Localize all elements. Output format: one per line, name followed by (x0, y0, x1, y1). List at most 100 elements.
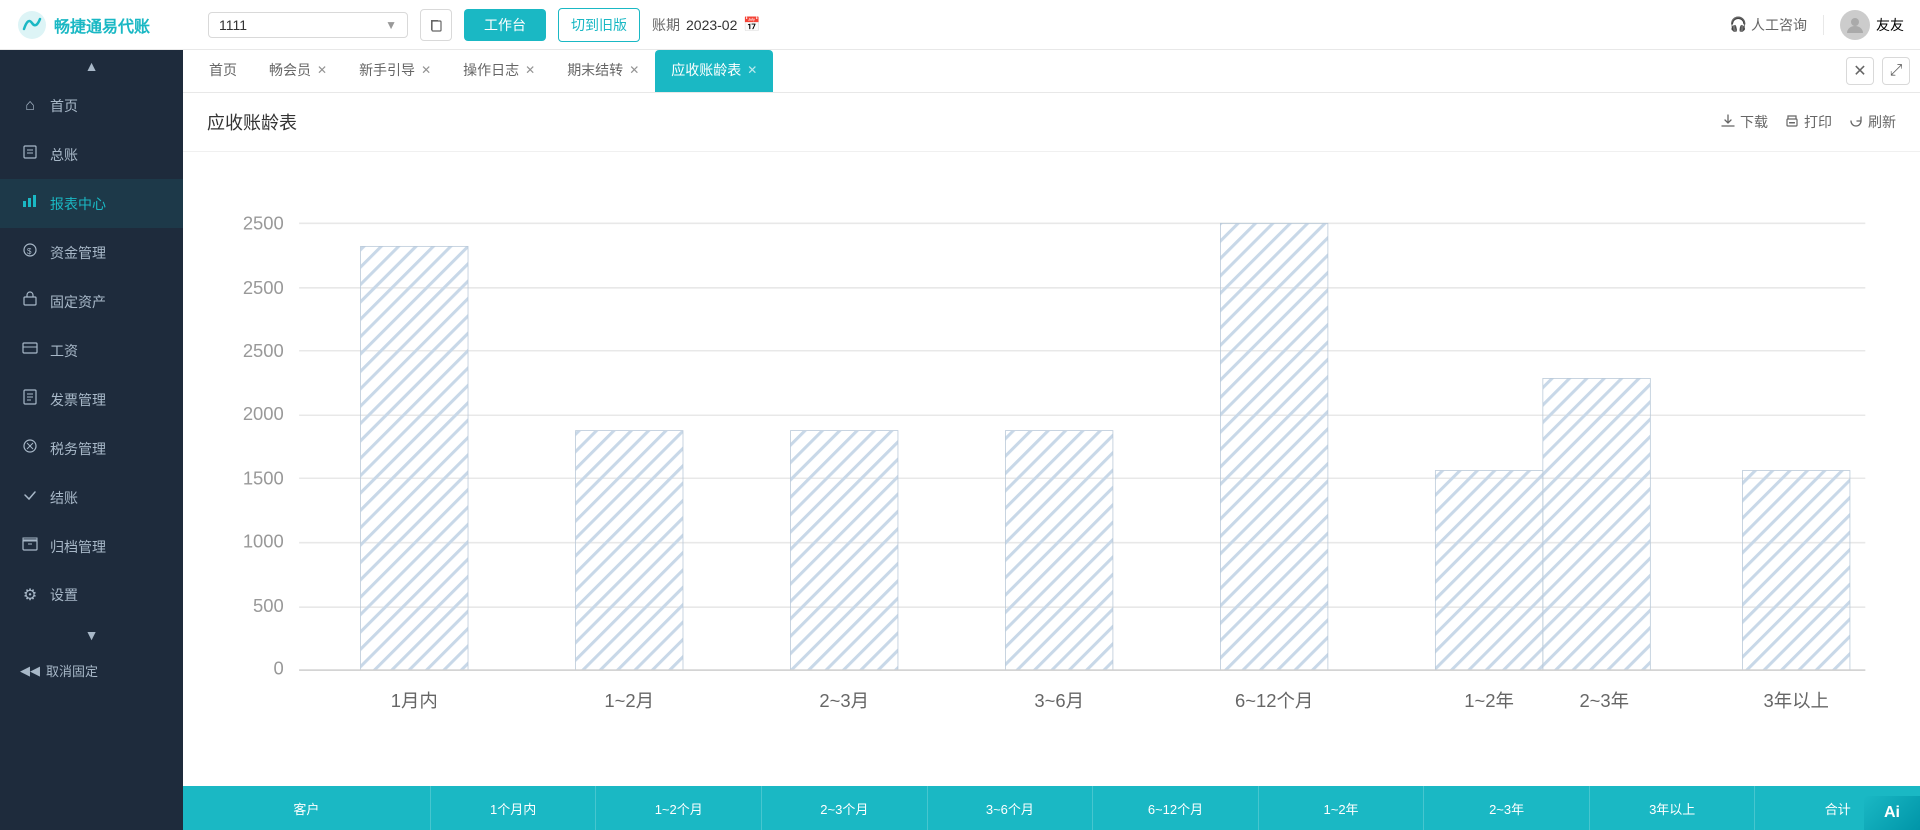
svg-text:2~3年: 2~3年 (1579, 690, 1629, 711)
reports-icon (20, 193, 40, 214)
cancel-fixed-button[interactable]: ◀◀ 取消固定 (0, 651, 183, 690)
sidebar-label-ledger: 总账 (50, 145, 78, 165)
sidebar-item-tax[interactable]: 税务管理 (0, 424, 183, 473)
period-area: 账期 2023-02 📅 (652, 15, 761, 35)
tab-log-label: 操作日志 (463, 60, 519, 80)
sidebar-label-settings: 设置 (50, 585, 78, 605)
svg-text:1月内: 1月内 (391, 690, 438, 711)
svg-text:3~6月: 3~6月 (1034, 690, 1084, 711)
col-3-6month: 3~6个月 (928, 786, 1094, 830)
tax-icon (20, 438, 40, 459)
divider (1823, 15, 1824, 35)
sidebar-scroll-down[interactable]: ▼ (0, 619, 183, 651)
sidebar: ▲ ⌂ 首页 总账 报表中心 $ 资金管理 固定资产 (0, 50, 183, 830)
sidebar-item-assets[interactable]: 固定资产 (0, 277, 183, 326)
settings-icon: ⚙ (20, 585, 40, 605)
company-selector[interactable]: 1111 ▼ (208, 12, 408, 38)
tab-period-close-label: 期末结转 (567, 60, 623, 80)
sidebar-item-settings[interactable]: ⚙ 设置 (0, 571, 183, 619)
col-customer: 客户 (183, 786, 431, 830)
download-icon (1720, 113, 1736, 132)
sidebar-item-archive[interactable]: 归档管理 (0, 522, 183, 571)
sidebar-item-funds[interactable]: $ 资金管理 (0, 228, 183, 277)
sidebar-scroll-up[interactable]: ▲ (0, 50, 183, 82)
svg-text:2500: 2500 (243, 212, 284, 233)
assets-icon (20, 291, 40, 312)
col-1-2year: 1~2年 (1259, 786, 1425, 830)
sidebar-item-ledger[interactable]: 总账 (0, 130, 183, 179)
headset-icon: 🎧 (1730, 16, 1747, 33)
page-header: 应收账龄表 下载 打印 (183, 93, 1920, 152)
table-header: 客户 1个月内 1~2个月 2~3个月 3~6个月 6~12个月 (183, 786, 1920, 830)
sidebar-label-home: 首页 (50, 96, 78, 116)
user-info[interactable]: 友友 (1840, 10, 1904, 40)
sidebar-label-assets: 固定资产 (50, 292, 106, 312)
tab-home[interactable]: 首页 (193, 50, 253, 92)
col-6-12month: 6~12个月 (1093, 786, 1259, 830)
tab-member[interactable]: 畅会员 ✕ (253, 50, 343, 92)
page-actions: 下载 打印 刷新 (1720, 112, 1896, 132)
col-2-3year: 2~3年 (1424, 786, 1590, 830)
svg-text:1500: 1500 (243, 467, 284, 488)
logo-icon (16, 9, 48, 41)
svg-text:500: 500 (253, 595, 284, 616)
sidebar-label-reports: 报表中心 (50, 194, 106, 214)
main-layout: ▲ ⌂ 首页 总账 报表中心 $ 资金管理 固定资产 (0, 50, 1920, 830)
tabs-bar: 首页 畅会员 ✕ 新手引导 ✕ 操作日志 ✕ 期末结转 ✕ 应收账龄表 ✕ (183, 50, 1920, 93)
avatar (1840, 10, 1870, 40)
sidebar-item-reports[interactable]: 报表中心 (0, 179, 183, 228)
col-1-2month: 1~2个月 (596, 786, 762, 830)
sidebar-item-close[interactable]: 结账 (0, 473, 183, 522)
page-title: 应收账龄表 (207, 109, 297, 135)
tab-log-close[interactable]: ✕ (525, 63, 535, 77)
sidebar-item-salary[interactable]: 工资 (0, 326, 183, 375)
tab-guide[interactable]: 新手引导 ✕ (343, 50, 447, 92)
period-label: 账期 (652, 15, 680, 35)
tab-period-close[interactable]: 期末结转 ✕ (551, 50, 655, 92)
tabs-maximize-button[interactable]: ⤢ (1882, 57, 1910, 85)
switch-button[interactable]: 切到旧版 (558, 8, 640, 42)
tab-guide-close[interactable]: ✕ (421, 63, 431, 77)
ai-label: Ai (1884, 804, 1900, 821)
refresh-button[interactable]: 刷新 (1848, 112, 1896, 132)
copy-button[interactable] (420, 9, 452, 41)
sidebar-label-close: 结账 (50, 488, 78, 508)
print-icon (1784, 113, 1800, 132)
download-button[interactable]: 下载 (1720, 112, 1768, 132)
ai-badge[interactable]: Ai (1864, 796, 1920, 830)
refresh-icon (1848, 113, 1864, 132)
user-avatar-icon (1845, 15, 1865, 35)
svg-text:2~3月: 2~3月 (819, 690, 869, 711)
sidebar-label-tax: 税务管理 (50, 439, 106, 459)
page-content: 应收账龄表 下载 打印 (183, 93, 1920, 830)
chart-area: 2500 2500 2500 2000 1500 1000 500 0 (183, 152, 1920, 786)
home-icon: ⌂ (20, 97, 40, 115)
cancel-fixed-label: 取消固定 (46, 661, 98, 680)
tab-ar-aging[interactable]: 应收账龄表 ✕ (655, 50, 773, 92)
tabs-actions: ✕ ⤢ (1846, 57, 1910, 85)
ar-aging-chart: 2500 2500 2500 2000 1500 1000 500 0 (207, 172, 1896, 766)
ledger-icon (20, 144, 40, 165)
print-button[interactable]: 打印 (1784, 112, 1832, 132)
tab-period-close-close[interactable]: ✕ (629, 63, 639, 77)
download-label: 下载 (1740, 112, 1768, 132)
copy-icon (428, 17, 444, 33)
sidebar-label-funds: 资金管理 (50, 243, 106, 263)
tab-ar-aging-close[interactable]: ✕ (747, 63, 757, 77)
workbench-button[interactable]: 工作台 (464, 9, 546, 41)
refresh-label: 刷新 (1868, 112, 1896, 132)
calendar-icon[interactable]: 📅 (743, 16, 760, 33)
svg-text:0: 0 (274, 658, 284, 679)
tabs-close-all-button[interactable]: ✕ (1846, 57, 1874, 85)
help-button[interactable]: 🎧 人工咨询 (1730, 15, 1807, 35)
col-3year-plus: 3年以上 (1590, 786, 1756, 830)
tab-member-close[interactable]: ✕ (317, 63, 327, 77)
top-header: 畅捷通易代账 1111 ▼ 工作台 切到旧版 账期 2023-02 📅 🎧 人工… (0, 0, 1920, 50)
svg-text:1000: 1000 (243, 530, 284, 551)
invoice-icon (20, 389, 40, 410)
sidebar-item-invoice[interactable]: 发票管理 (0, 375, 183, 424)
tab-log[interactable]: 操作日志 ✕ (447, 50, 551, 92)
tab-home-label: 首页 (209, 60, 237, 80)
svg-text:1~2年: 1~2年 (1464, 690, 1514, 711)
sidebar-item-home[interactable]: ⌂ 首页 (0, 82, 183, 130)
